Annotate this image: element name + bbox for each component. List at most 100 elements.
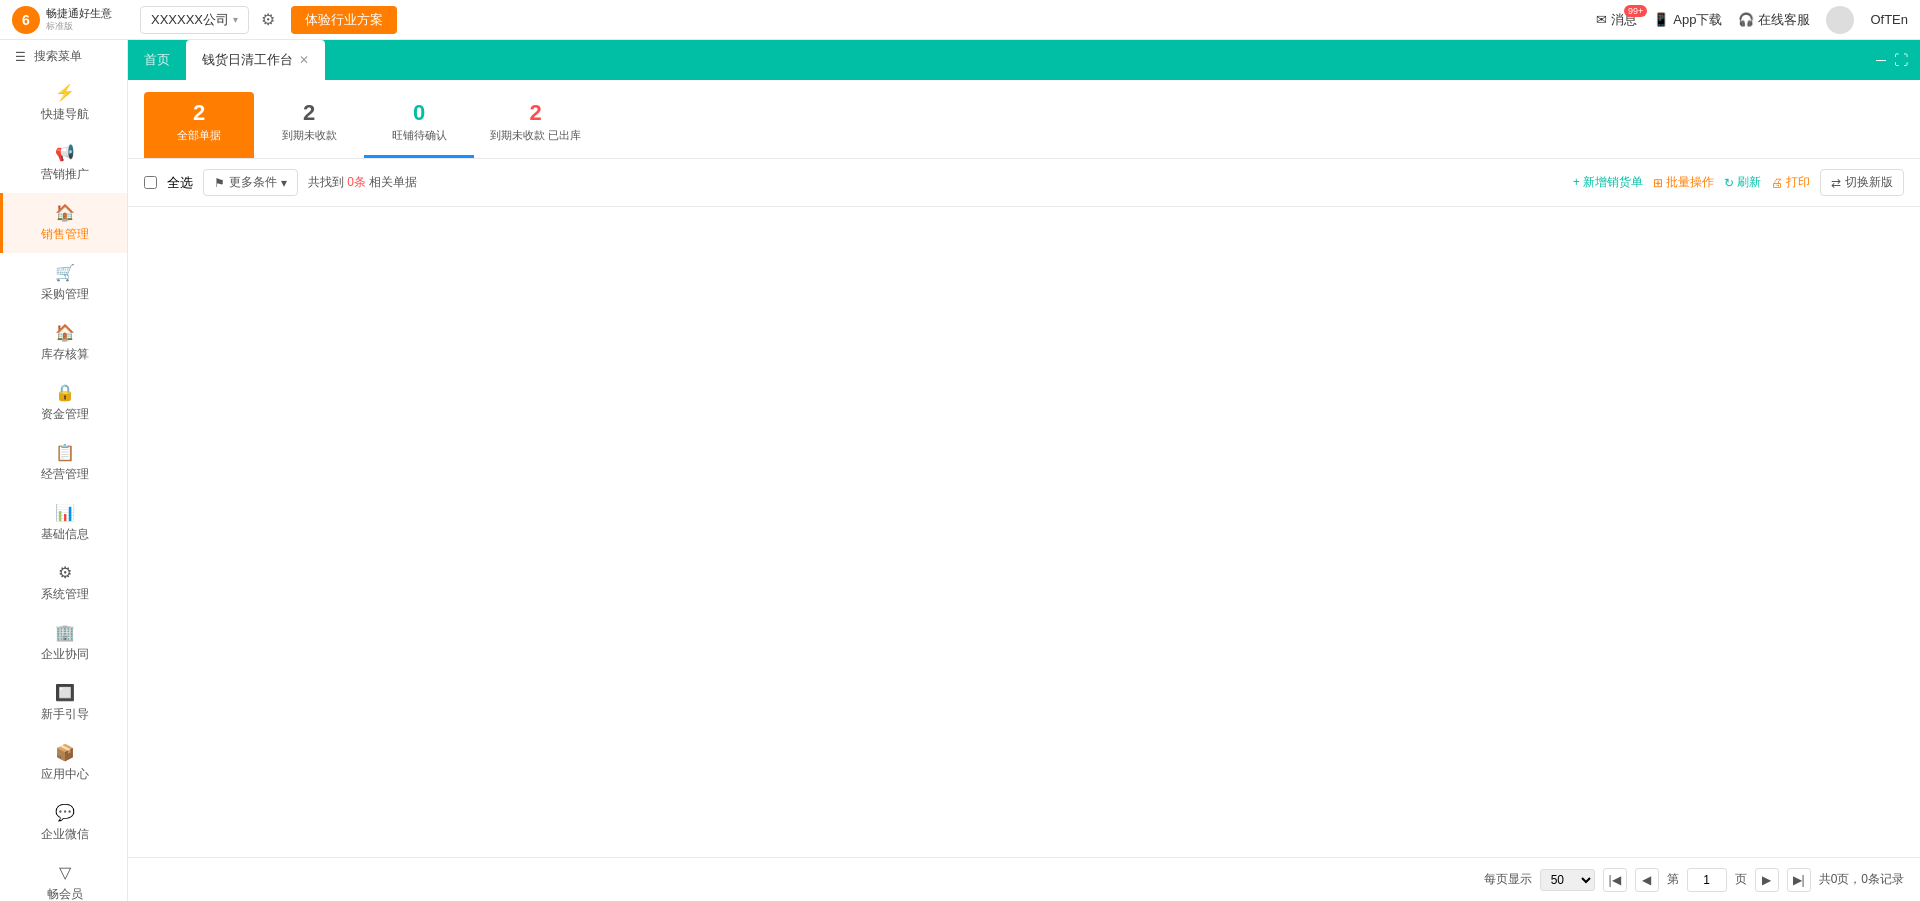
app-icon: 📱: [1653, 12, 1669, 27]
select-all-label: 全选: [167, 174, 193, 192]
total-label: 共0页，0条记录: [1819, 871, 1904, 888]
filter-icon: ⚑: [214, 176, 225, 190]
sidebar-item-cooperation[interactable]: 🏢 企业协同: [0, 613, 127, 673]
tab-home[interactable]: 首页: [128, 40, 186, 80]
logo-sub: 标准版: [46, 20, 112, 33]
next-page-button[interactable]: ▶: [1755, 868, 1779, 892]
refresh-label: 刷新: [1737, 174, 1761, 191]
trial-button[interactable]: 体验行业方案: [291, 6, 397, 34]
sidebar-item-basic-info[interactable]: 📊 基础信息: [0, 493, 127, 553]
sidebar-label-cooperation: 企业协同: [41, 646, 89, 663]
service-icon: 🎧: [1738, 12, 1754, 27]
tab-close-icon[interactable]: ✕: [299, 53, 309, 67]
last-page-button[interactable]: ▶|: [1787, 868, 1811, 892]
new-sale-button[interactable]: + 新增销货单: [1573, 174, 1643, 191]
app-label: App下载: [1673, 11, 1722, 29]
tab-active[interactable]: 钱货日清工作台 ✕: [186, 40, 325, 80]
sidebar-label-search: 搜索菜单: [34, 48, 82, 65]
switch-version-button[interactable]: ⇄ 切换新版: [1820, 169, 1904, 196]
found-text: 共找到 0条 相关单据: [308, 174, 417, 191]
inventory-icon: 🏠: [55, 323, 75, 342]
summary-tab-overdue[interactable]: 2 到期未收款: [254, 92, 364, 158]
finance-icon: 🔒: [55, 383, 75, 402]
tab-expand-icon[interactable]: ⛶: [1894, 52, 1908, 68]
summary-tab-pending[interactable]: 0 旺铺待确认: [364, 92, 474, 158]
tab-overdue-label: 到期未收款: [270, 128, 348, 143]
footer-pagination: 每页显示 50 100 200 |◀ ◀ 第 页 ▶ ▶| 共0页，0条记录: [128, 857, 1920, 901]
sidebar-item-quick-nav[interactable]: ⚡ 快捷导航: [0, 73, 127, 133]
sidebar-label-purchase: 采购管理: [41, 286, 89, 303]
message-button[interactable]: ✉ 消息 99+: [1596, 11, 1637, 29]
tab-all-count: 2: [160, 100, 238, 126]
page-input[interactable]: [1687, 868, 1727, 892]
username[interactable]: OfTEn: [1870, 12, 1908, 27]
sidebar-label-operation: 经营管理: [41, 466, 89, 483]
per-page-select[interactable]: 50 100 200: [1540, 869, 1595, 891]
company-selector[interactable]: XXXXXX公司 ▾: [140, 6, 249, 34]
switch-label: 切换新版: [1845, 174, 1893, 191]
tab-bar: 首页 钱货日清工作台 ✕ ─ ⛶: [128, 40, 1920, 80]
sidebar-label-system: 系统管理: [41, 586, 89, 603]
print-button[interactable]: 🖨 打印: [1771, 174, 1810, 191]
avatar[interactable]: [1826, 6, 1854, 34]
switch-icon: ⇄: [1831, 176, 1841, 190]
filter-button[interactable]: ⚑ 更多条件 ▾: [203, 169, 298, 196]
online-service-button[interactable]: 🎧 在线客服: [1738, 11, 1810, 29]
logo: 6 畅捷通好生意 标准版: [12, 6, 140, 34]
logo-text: 畅捷通好生意: [46, 6, 112, 20]
settings-icon[interactable]: ⚙: [257, 6, 279, 33]
tab-shipped-count: 2: [490, 100, 581, 126]
summary-tab-all[interactable]: 2 全部单据: [144, 92, 254, 158]
sidebar-item-system[interactable]: ⚙ 系统管理: [0, 553, 127, 613]
app-download-button[interactable]: 📱 App下载: [1653, 11, 1722, 29]
message-badge: 99+: [1624, 5, 1647, 17]
found-count: 0条: [347, 175, 366, 189]
tab-all-label: 全部单据: [160, 128, 238, 143]
sidebar-item-inventory[interactable]: 🏠 库存核算: [0, 313, 127, 373]
tab-minimize-icon[interactable]: ─: [1876, 52, 1886, 68]
first-page-button[interactable]: |◀: [1603, 868, 1627, 892]
sidebar-item-search-menu[interactable]: ☰ 搜索菜单: [0, 40, 127, 73]
sidebar-item-apps[interactable]: 📦 应用中心: [0, 733, 127, 793]
wechat-icon: 💬: [55, 803, 75, 822]
sidebar-item-guide[interactable]: 🔲 新手引导: [0, 673, 127, 733]
batch-operation-button[interactable]: ⊞ 批量操作: [1653, 174, 1714, 191]
select-all-checkbox[interactable]: [144, 176, 157, 189]
sidebar-item-finance[interactable]: 🔒 资金管理: [0, 373, 127, 433]
toolbar-left: 全选 ⚑ 更多条件 ▾ 共找到 0条 相关单据: [144, 169, 417, 196]
sidebar-item-wechat[interactable]: 💬 企业微信: [0, 793, 127, 853]
sidebar-label-quick-nav: 快捷导航: [41, 106, 89, 123]
found-suffix: 相关单据: [369, 175, 417, 189]
summary-tab-shipped[interactable]: 2 到期未收款 已出库: [474, 92, 597, 158]
batch-icon: ⊞: [1653, 176, 1663, 190]
basic-info-icon: 📊: [55, 503, 75, 522]
sidebar-item-operation[interactable]: 📋 经营管理: [0, 433, 127, 493]
sidebar-label-basic-info: 基础信息: [41, 526, 89, 543]
purchase-icon: 🛒: [55, 263, 75, 282]
chevron-down-icon: ▾: [233, 14, 238, 25]
filter-label: 更多条件: [229, 174, 277, 191]
main-content: 首页 钱货日清工作台 ✕ ─ ⛶ 2 全部单据 2 到期未收款: [128, 40, 1920, 901]
page-label: 第: [1667, 871, 1679, 888]
sidebar-item-purchase[interactable]: 🛒 采购管理: [0, 253, 127, 313]
sidebar-label-sales: 销售管理: [41, 226, 89, 243]
sidebar-item-member[interactable]: ▽ 畅会员: [0, 853, 127, 901]
sidebar-label-inventory: 库存核算: [41, 346, 89, 363]
sidebar-label-apps: 应用中心: [41, 766, 89, 783]
quick-nav-icon: ⚡: [55, 83, 75, 102]
page-suffix: 页: [1735, 871, 1747, 888]
sidebar-item-sales[interactable]: 🏠 销售管理: [0, 193, 127, 253]
refresh-button[interactable]: ↻ 刷新: [1724, 174, 1761, 191]
sidebar: ☰ 搜索菜单 ⚡ 快捷导航 📢 营销推广 🏠 销售管理 🛒 采购管理 🏠 库存核…: [0, 40, 128, 901]
member-icon: ▽: [59, 863, 71, 882]
toolbar: 全选 ⚑ 更多条件 ▾ 共找到 0条 相关单据 + 新增销货单 ⊞: [128, 159, 1920, 207]
sidebar-item-marketing[interactable]: 📢 营销推广: [0, 133, 127, 193]
apps-icon: 📦: [55, 743, 75, 762]
sidebar-label-wechat: 企业微信: [41, 826, 89, 843]
tab-shipped-label: 到期未收款 已出库: [490, 128, 581, 143]
prev-page-button[interactable]: ◀: [1635, 868, 1659, 892]
sidebar-label-finance: 资金管理: [41, 406, 89, 423]
service-label: 在线客服: [1758, 11, 1810, 29]
message-icon: ✉: [1596, 12, 1607, 27]
tab-overdue-count: 2: [270, 100, 348, 126]
